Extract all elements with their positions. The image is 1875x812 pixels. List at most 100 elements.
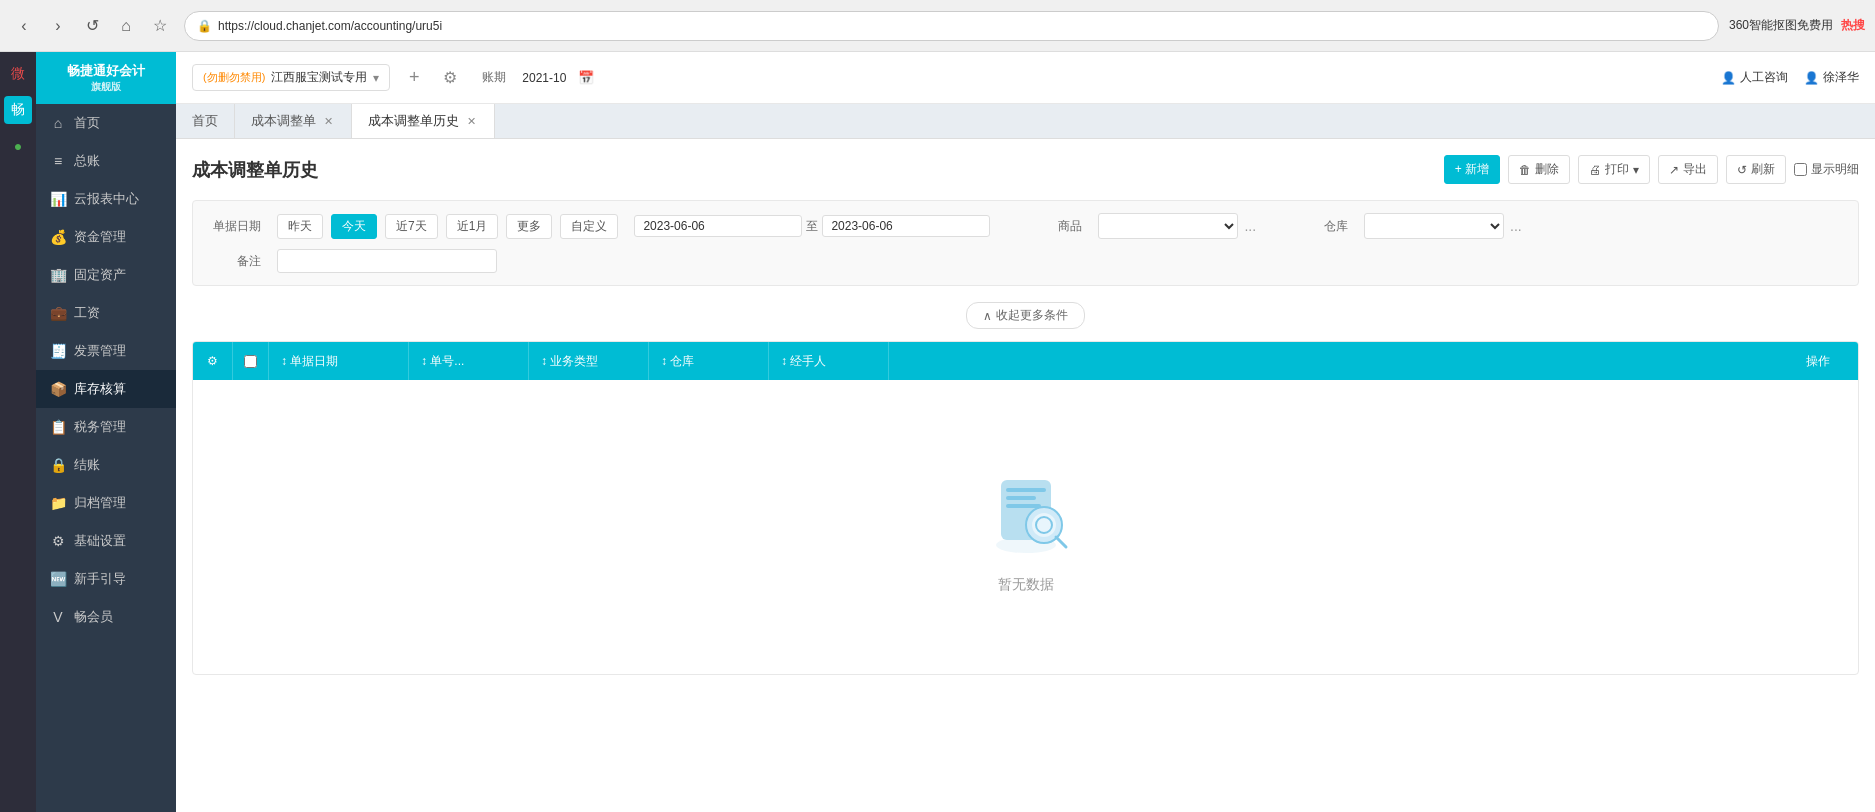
settings-icon[interactable]: ⚙	[438, 66, 462, 90]
calendar-icon[interactable]: 📅	[578, 70, 594, 85]
rail-item-app[interactable]: 畅	[4, 96, 32, 124]
company-warn: (勿删勿禁用)	[203, 70, 265, 85]
date-range-separator: 至	[806, 218, 818, 235]
browser-chrome: ‹ › ↺ ⌂ ☆ 🔒 https://cloud.chanjet.com/ac…	[0, 0, 1875, 52]
rail-item-green[interactable]: ●	[4, 132, 32, 160]
print-button[interactable]: 🖨 打印 ▾	[1578, 155, 1650, 184]
home-button[interactable]: ⌂	[112, 12, 140, 40]
warehouse-select[interactable]	[1364, 213, 1504, 239]
display-toggle-checkbox[interactable]	[1794, 163, 1807, 176]
warehouse-filter-label: 仓库	[1296, 218, 1348, 235]
tab-cost-adjust-close[interactable]: ✕	[322, 115, 335, 128]
sidebar-icon-home: ⌂	[50, 115, 66, 131]
th-checkbox[interactable]	[233, 342, 269, 380]
refresh-button[interactable]: ↺ 刷新	[1726, 155, 1786, 184]
date-filter-row: 单据日期 昨天 今天 近7天 近1月 更多 自定义 至	[209, 213, 1842, 239]
select-all-checkbox[interactable]	[244, 355, 257, 368]
product-select[interactable]	[1098, 213, 1238, 239]
sidebar-item-home[interactable]: ⌂ 首页	[36, 104, 176, 142]
date-today-button[interactable]: 今天	[331, 214, 377, 239]
sidebar-logo: 畅捷通好会计 旗舰版	[36, 52, 176, 104]
th-type[interactable]: ↕ 业务类型	[529, 342, 649, 380]
export-label: 导出	[1683, 161, 1707, 178]
th-gear[interactable]: ⚙	[193, 342, 233, 380]
date-filter: 昨天 今天 近7天 近1月 更多 自定义	[277, 214, 618, 239]
sidebar-label-archive: 归档管理	[74, 494, 126, 512]
tab-home[interactable]: 首页	[176, 104, 235, 138]
back-button[interactable]: ‹	[10, 12, 38, 40]
delete-label: 删除	[1535, 161, 1559, 178]
warehouse-filter-wrapper: ...	[1364, 213, 1522, 239]
sidebar-item-vip[interactable]: V 畅会员	[36, 598, 176, 636]
date-yesterday-button[interactable]: 昨天	[277, 214, 323, 239]
sidebar-item-tax[interactable]: 📋 税务管理	[36, 408, 176, 446]
delete-icon: 🗑	[1519, 163, 1531, 177]
sidebar-label-funds: 资金管理	[74, 228, 126, 246]
service-button[interactable]: 👤 人工咨询	[1721, 69, 1788, 86]
tab-cost-adjust[interactable]: 成本调整单 ✕	[235, 104, 352, 138]
url-text: https://cloud.chanjet.com/accounting/uru…	[218, 19, 442, 33]
new-button[interactable]: + 新增	[1444, 155, 1500, 184]
date-custom-button[interactable]: 自定义	[560, 214, 618, 239]
tab-cost-adjust-history[interactable]: 成本调整单历史 ✕	[352, 104, 495, 138]
th-warehouse[interactable]: ↕ 仓库	[649, 342, 769, 380]
page-title: 成本调整单历史	[192, 158, 318, 182]
svg-rect-2	[1006, 488, 1046, 492]
remark-input[interactable]	[277, 249, 497, 273]
sidebar-item-reports[interactable]: 📊 云报表中心	[36, 180, 176, 218]
top-bar: (勿删勿禁用) 江西服宝测试专用 ▾ + ⚙ 账期 2021-10 📅 👤 人工…	[176, 52, 1875, 104]
table-header: ⚙ ↕ 单据日期 ↕ 单号... ↕ 业务类型 ↕ 仓库	[193, 342, 1858, 380]
th-num[interactable]: ↕ 单号...	[409, 342, 529, 380]
date-1month-button[interactable]: 近1月	[446, 214, 499, 239]
address-bar[interactable]: 🔒 https://cloud.chanjet.com/accounting/u…	[184, 11, 1719, 41]
sidebar-item-archive[interactable]: 📁 归档管理	[36, 484, 176, 522]
logo-title: 畅捷通好会计	[67, 62, 145, 80]
sidebar-icon-invoices: 🧾	[50, 343, 66, 359]
sidebar-label-payroll: 工资	[74, 304, 100, 322]
app-container: 微 畅 ● 畅捷通好会计 旗舰版 ⌂ 首页 ≡ 总账 📊 云报表中心 💰 资金管…	[0, 52, 1875, 812]
user-name: 徐泽华	[1823, 69, 1859, 86]
forward-button[interactable]: ›	[44, 12, 72, 40]
tab-cost-adjust-history-close[interactable]: ✕	[465, 115, 478, 128]
sidebar: 畅捷通好会计 旗舰版 ⌂ 首页 ≡ 总账 📊 云报表中心 💰 资金管理 🏢 固定…	[36, 52, 176, 812]
nav-buttons: ‹ › ↺ ⌂ ☆	[10, 12, 174, 40]
add-tab-button[interactable]: +	[402, 66, 426, 90]
date-7days-button[interactable]: 近7天	[385, 214, 438, 239]
sidebar-item-invoices[interactable]: 🧾 发票管理	[36, 332, 176, 370]
date-more-button[interactable]: 更多	[506, 214, 552, 239]
th-operator[interactable]: ↕ 经手人	[769, 342, 889, 380]
main-area: (勿删勿禁用) 江西服宝测试专用 ▾ + ⚙ 账期 2021-10 📅 👤 人工…	[176, 52, 1875, 812]
th-date[interactable]: ↕ 单据日期	[269, 342, 409, 380]
hot-search-label: 热搜	[1841, 17, 1865, 34]
sidebar-item-general-ledger[interactable]: ≡ 总账	[36, 142, 176, 180]
svg-line-7	[1056, 537, 1066, 547]
sidebar-item-closing[interactable]: 🔒 结账	[36, 446, 176, 484]
star-button[interactable]: ☆	[146, 12, 174, 40]
print-label: 打印	[1605, 161, 1629, 178]
sidebar-item-fixed-assets[interactable]: 🏢 固定资产	[36, 256, 176, 294]
delete-button[interactable]: 🗑 删除	[1508, 155, 1570, 184]
top-bar-right: 👤 人工咨询 👤 徐泽华	[1721, 69, 1859, 86]
sidebar-icon-payroll: 💼	[50, 305, 66, 321]
display-toggle[interactable]: 显示明细	[1794, 161, 1859, 178]
sidebar-item-guide[interactable]: 🆕 新手引导	[36, 560, 176, 598]
sidebar-item-funds[interactable]: 💰 资金管理	[36, 218, 176, 256]
sidebar-item-settings[interactable]: ⚙ 基础设置	[36, 522, 176, 560]
company-selector[interactable]: (勿删勿禁用) 江西服宝测试专用 ▾	[192, 64, 390, 91]
rail-item-weibo[interactable]: 微	[4, 60, 32, 88]
sidebar-label-settings: 基础设置	[74, 532, 126, 550]
sidebar-item-inventory[interactable]: 📦 库存核算	[36, 370, 176, 408]
company-chevron-icon: ▾	[373, 71, 379, 85]
date-to-input[interactable]	[822, 215, 990, 237]
user-button[interactable]: 👤 徐泽华	[1804, 69, 1859, 86]
export-button[interactable]: ↗ 导出	[1658, 155, 1718, 184]
lock-icon: 🔒	[197, 19, 212, 33]
browser-right-controls: 360智能抠图免费用 热搜	[1729, 17, 1865, 34]
page-actions: + 新增 🗑 删除 🖨 打印 ▾ ↗ 导出 ↺	[1444, 155, 1859, 184]
warehouse-more-dots[interactable]: ...	[1510, 218, 1522, 234]
sidebar-item-payroll[interactable]: 💼 工资	[36, 294, 176, 332]
reload-button[interactable]: ↺	[78, 12, 106, 40]
date-from-input[interactable]	[634, 215, 802, 237]
collapse-button[interactable]: ∧ 收起更多条件	[966, 302, 1085, 329]
product-more-dots[interactable]: ...	[1244, 218, 1256, 234]
